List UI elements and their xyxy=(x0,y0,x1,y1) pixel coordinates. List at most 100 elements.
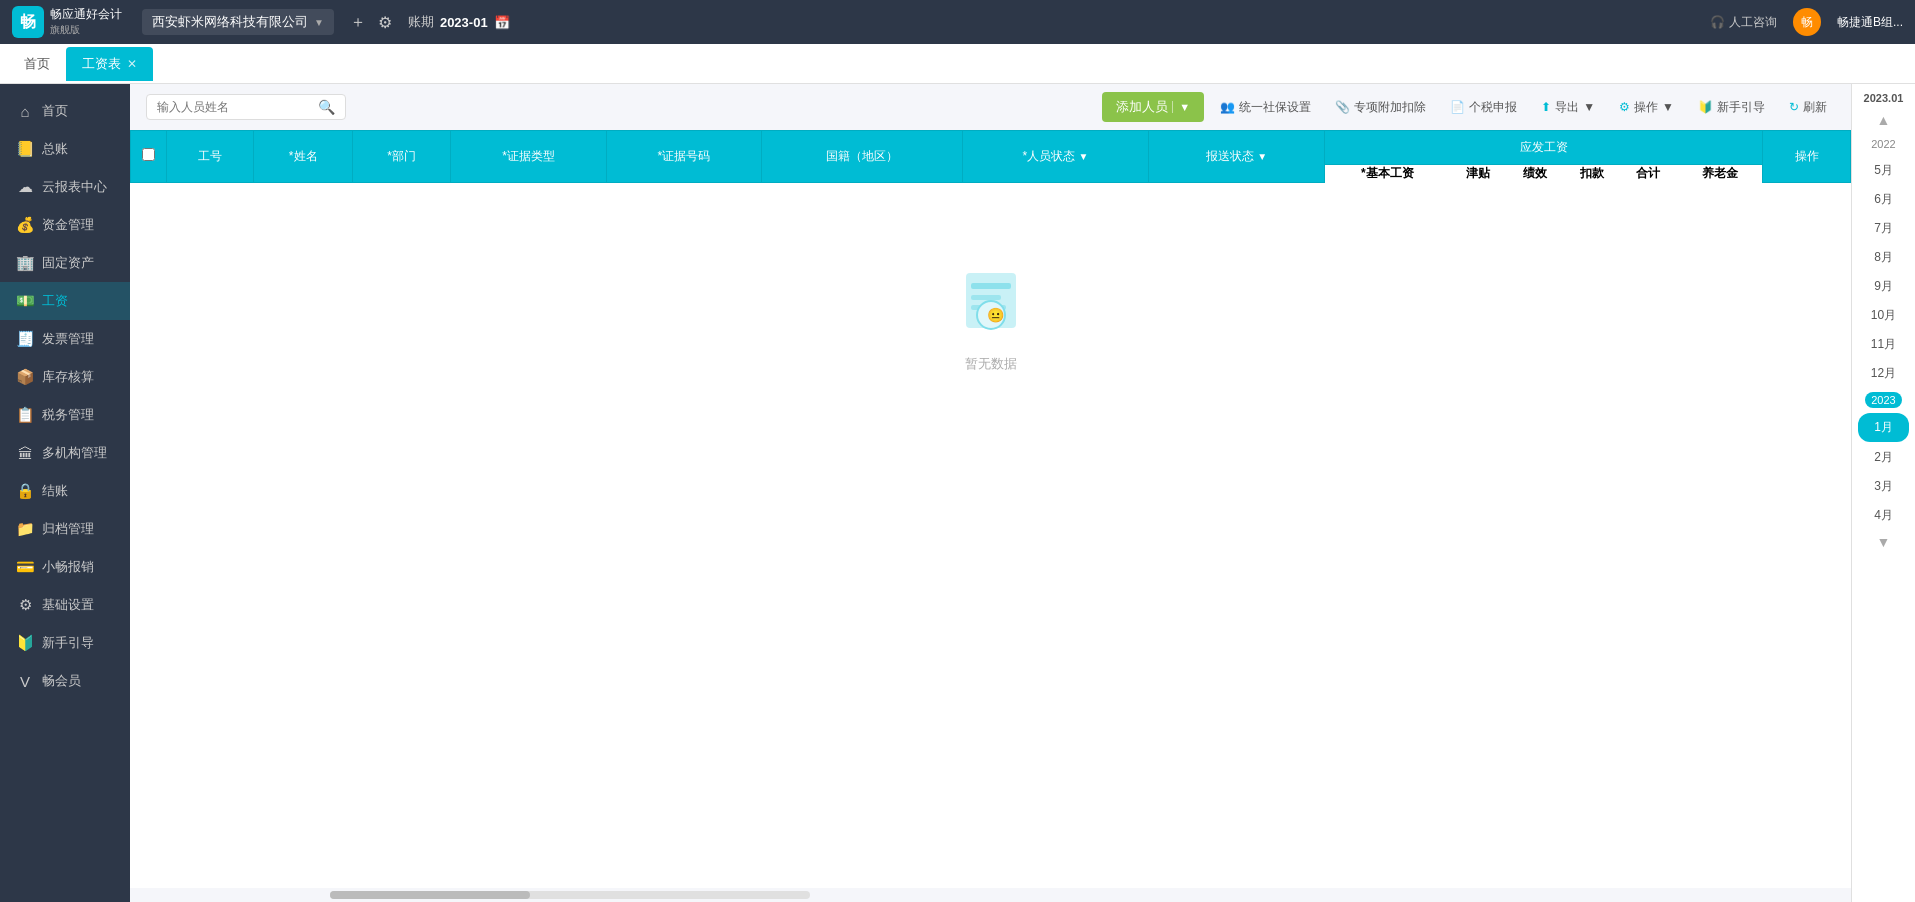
refresh-button[interactable]: ↻ 刷新 xyxy=(1781,94,1835,121)
sidebar-label-ledger: 总账 xyxy=(42,140,68,158)
sidebar-item-invoice[interactable]: 🧾 发票管理 xyxy=(0,320,130,358)
th-region: 国籍（地区） xyxy=(761,131,962,183)
deduct-icon: 📎 xyxy=(1335,100,1350,114)
sidebar-item-home[interactable]: ⌂ 首页 xyxy=(0,92,130,130)
sidebar-item-fund[interactable]: 💰 资金管理 xyxy=(0,206,130,244)
tab-salary[interactable]: 工资表 ✕ xyxy=(66,47,153,81)
empty-row: 😐 暂无数据 xyxy=(131,182,1851,453)
period-label-text: 账期 xyxy=(408,13,434,31)
th-dept: *部门 xyxy=(352,131,450,183)
svg-rect-1 xyxy=(971,283,1011,289)
special-deduct-button[interactable]: 📎 专项附加扣除 xyxy=(1327,94,1434,121)
company-selector[interactable]: 西安虾米网络科技有限公司 ▼ xyxy=(142,9,334,35)
month-2022-6[interactable]: 6月 xyxy=(1852,185,1915,214)
calendar-icon[interactable]: 📅 xyxy=(494,15,510,30)
sidebar-item-archive[interactable]: 📁 归档管理 xyxy=(0,510,130,548)
add-employee-label: 添加人员 xyxy=(1116,98,1168,116)
sidebar-item-ledger[interactable]: 📒 总账 xyxy=(0,130,130,168)
month-2022-5[interactable]: 5月 xyxy=(1852,156,1915,185)
scroll-up-arrow[interactable]: ▲ xyxy=(1873,108,1895,132)
th-checkbox[interactable] xyxy=(131,131,167,183)
month-2023-1[interactable]: 1月 xyxy=(1858,413,1909,442)
th-total: 合计 xyxy=(1620,165,1677,183)
invoice-icon: 🧾 xyxy=(16,330,34,348)
inventory-icon: 📦 xyxy=(16,368,34,386)
expense-icon: 💳 xyxy=(16,558,34,576)
select-all-checkbox[interactable] xyxy=(142,148,155,161)
tab-home[interactable]: 首页 xyxy=(8,47,66,81)
scroll-down-arrow[interactable]: ▼ xyxy=(1873,530,1895,554)
tax-icon: 📋 xyxy=(16,406,34,424)
logo-area: 畅 畅应通好会计 旗舰版 xyxy=(12,6,142,38)
multi-org-icon: 🏛 xyxy=(16,445,34,462)
sidebar-label-multi-org: 多机构管理 xyxy=(42,444,107,462)
add-company-button[interactable]: ＋ xyxy=(350,12,366,33)
add-employee-button[interactable]: 添加人员 ▼ xyxy=(1102,92,1204,122)
sidebar-label-home: 首页 xyxy=(42,102,68,120)
prev-year-label: 2022 xyxy=(1871,132,1895,156)
sidebar-item-guide[interactable]: 🔰 新手引导 xyxy=(0,624,130,662)
sidebar-item-vip[interactable]: V 畅会员 xyxy=(0,662,130,700)
salary-table: 工号 *姓名 *部门 *证据类型 *证据号码 国籍（地区） *人员状态 ▼ 报送… xyxy=(130,130,1851,453)
export-button[interactable]: ⬆ 导出 ▼ xyxy=(1533,94,1603,121)
right-panel-header: 2023.01 xyxy=(1864,88,1904,108)
operate-button[interactable]: ⚙ 操作 ▼ xyxy=(1611,94,1682,121)
month-2023-4[interactable]: 4月 xyxy=(1852,501,1915,530)
sidebar-item-close[interactable]: 🔒 结账 xyxy=(0,472,130,510)
cloud-icon: ☁ xyxy=(16,178,34,196)
sidebar-item-expense[interactable]: 💳 小畅报销 xyxy=(0,548,130,586)
tax-report-button[interactable]: 📄 个税申报 xyxy=(1442,94,1525,121)
settings-icon-button[interactable]: ⚙ xyxy=(378,13,392,32)
sidebar-item-cloud-report[interactable]: ☁ 云报表中心 xyxy=(0,168,130,206)
user-name: 畅捷通B组... xyxy=(1837,14,1903,31)
support-button[interactable]: 🎧 人工咨询 xyxy=(1710,14,1777,31)
month-2022-9[interactable]: 9月 xyxy=(1852,272,1915,301)
sidebar-label-tax: 税务管理 xyxy=(42,406,94,424)
settings-icon: ⚙ xyxy=(16,596,34,614)
month-2022-12[interactable]: 12月 xyxy=(1852,359,1915,388)
company-name: 西安虾米网络科技有限公司 xyxy=(152,13,308,31)
sidebar-label-fund: 资金管理 xyxy=(42,216,94,234)
sidebar-item-tax[interactable]: 📋 税务管理 xyxy=(0,396,130,434)
month-2022-8[interactable]: 8月 xyxy=(1852,243,1915,272)
operate-label: 操作 xyxy=(1634,99,1658,116)
table-container[interactable]: 工号 *姓名 *部门 *证据类型 *证据号码 国籍（地区） *人员状态 ▼ 报送… xyxy=(130,130,1851,888)
search-icon: 🔍 xyxy=(318,99,335,115)
sidebar-item-inventory[interactable]: 📦 库存核算 xyxy=(0,358,130,396)
sidebar-label-inventory: 库存核算 xyxy=(42,368,94,386)
th-deduct: 扣款 xyxy=(1563,165,1620,183)
th-ops: 操作 xyxy=(1763,131,1851,183)
sidebar-item-salary[interactable]: 💵 工资 xyxy=(0,282,130,320)
guide-toolbar-icon: 🔰 xyxy=(1698,100,1713,114)
sidebar-item-assets[interactable]: 🏢 固定资产 xyxy=(0,244,130,282)
tab-close-icon[interactable]: ✕ xyxy=(127,57,137,71)
social-security-button[interactable]: 👥 统一社保设置 xyxy=(1212,94,1319,121)
add-dropdown-arrow[interactable]: ▼ xyxy=(1172,101,1190,113)
sidebar-item-settings[interactable]: ⚙ 基础设置 xyxy=(0,586,130,624)
tab-salary-label: 工资表 xyxy=(82,55,121,73)
main-layout: ⌂ 首页 📒 总账 ☁ 云报表中心 💰 资金管理 🏢 固定资产 💵 工资 🧾 发… xyxy=(0,84,1915,902)
month-2022-11[interactable]: 11月 xyxy=(1852,330,1915,359)
period-value: 2023-01 xyxy=(440,15,488,30)
sidebar-item-multi-org[interactable]: 🏛 多机构管理 xyxy=(0,434,130,472)
social-icon: 👥 xyxy=(1220,100,1235,114)
top-bar: 畅 畅应通好会计 旗舰版 西安虾米网络科技有限公司 ▼ ＋ ⚙ 账期 2023-… xyxy=(0,0,1915,44)
toolbar: 🔍 添加人员 ▼ 👥 统一社保设置 📎 专项附加扣除 📄 个税申报 ⬆ 导出 xyxy=(130,84,1851,130)
sidebar-label-settings: 基础设置 xyxy=(42,596,94,614)
month-2022-7[interactable]: 7月 xyxy=(1852,214,1915,243)
month-2022-10[interactable]: 10月 xyxy=(1852,301,1915,330)
month-2023-3[interactable]: 3月 xyxy=(1852,472,1915,501)
empty-text: 暂无数据 xyxy=(965,355,1017,373)
scroll-bar-area xyxy=(130,888,1851,902)
guide-button[interactable]: 🔰 新手引导 xyxy=(1690,94,1773,121)
empty-icon: 😐 xyxy=(951,263,1031,343)
month-2023-2[interactable]: 2月 xyxy=(1852,443,1915,472)
app-name: 畅应通好会计 xyxy=(50,7,122,23)
h-scrollbar[interactable] xyxy=(330,891,810,899)
salary-icon: 💵 xyxy=(16,292,34,310)
deduct-label: 专项附加扣除 xyxy=(1354,99,1426,116)
sidebar: ⌂ 首页 📒 总账 ☁ 云报表中心 💰 资金管理 🏢 固定资产 💵 工资 🧾 发… xyxy=(0,84,130,902)
th-pension: 养老金 xyxy=(1677,165,1763,183)
company-dropdown-icon: ▼ xyxy=(314,17,324,28)
search-input[interactable] xyxy=(157,100,312,114)
